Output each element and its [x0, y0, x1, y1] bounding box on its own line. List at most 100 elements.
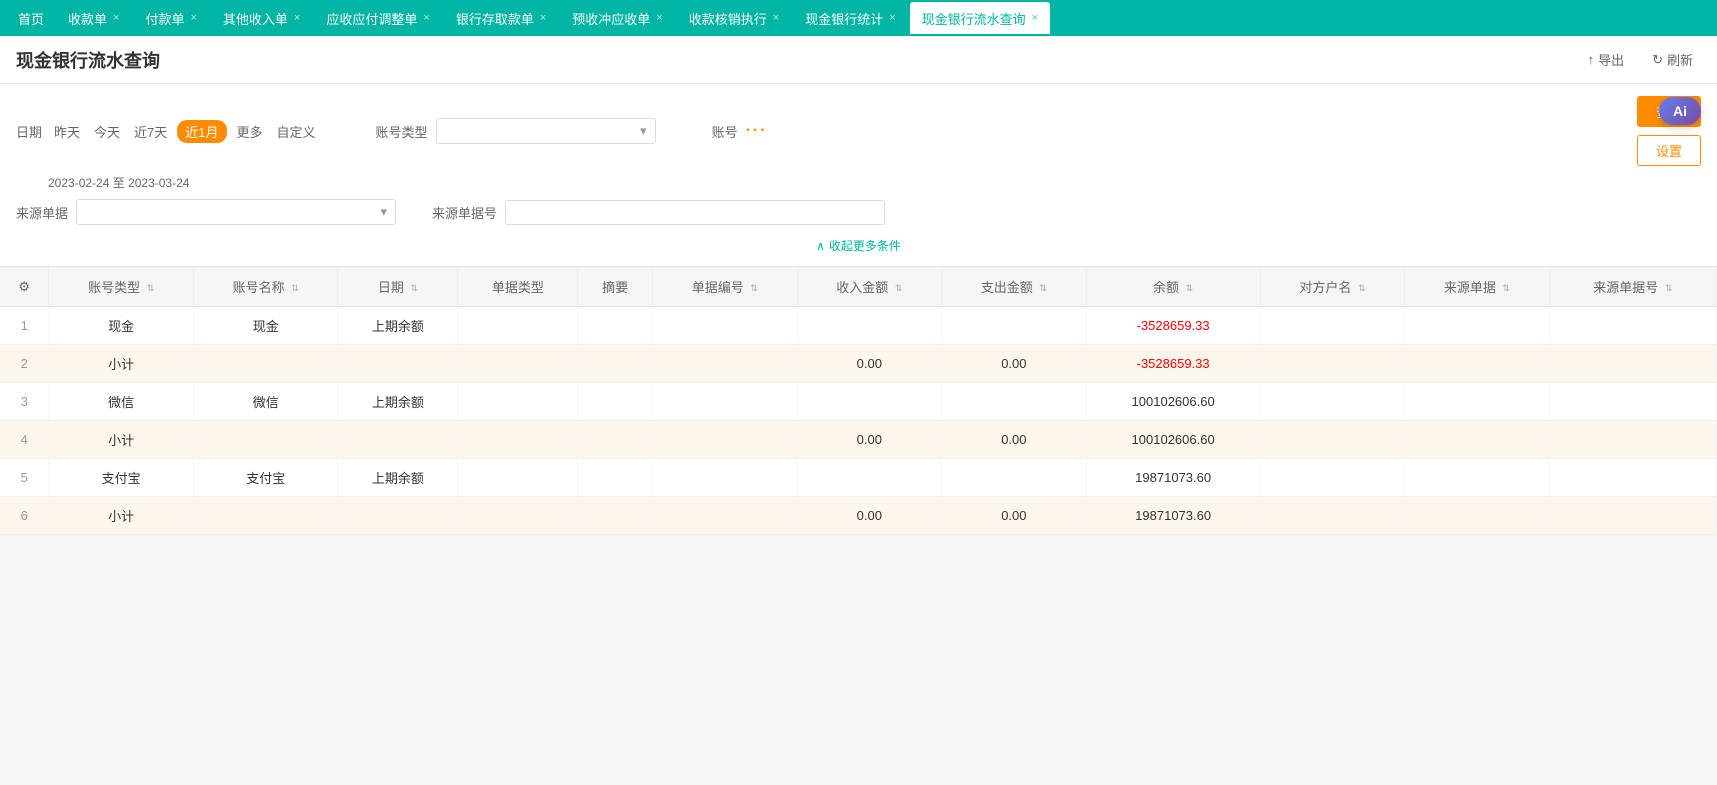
close-icon[interactable]: ×: [656, 12, 662, 24]
cell-counterparty: [1260, 307, 1405, 345]
refresh-button[interactable]: ↻ 刷新: [1644, 46, 1701, 73]
cell-expense: [942, 307, 1087, 345]
close-icon[interactable]: ×: [113, 12, 119, 24]
cell-source-doc: [1405, 345, 1550, 383]
cell-source-doc-no: [1549, 383, 1716, 421]
cell-income: [797, 383, 942, 421]
cell-source-doc-no: [1549, 307, 1716, 345]
th-doc-no: 单据编号 ⇅: [653, 267, 798, 307]
sort-icon[interactable]: ⇅: [1665, 283, 1673, 294]
cell-income: 0.00: [797, 345, 942, 383]
cell-summary: [578, 307, 653, 345]
table-row: 2小计0.000.00-3528659.33: [0, 345, 1717, 383]
cell-income: 0.00: [797, 497, 942, 535]
cell-account-name: 微信: [193, 383, 338, 421]
date-opt-today[interactable]: 今天: [90, 120, 124, 143]
data-table: ⚙ 账号类型 ⇅ 账号名称 ⇅ 日期 ⇅ 单据类型 摘要: [0, 267, 1717, 535]
date-label: 日期: [16, 122, 42, 141]
cell-source-doc: [1405, 421, 1550, 459]
cell-doc-no: [653, 345, 798, 383]
sort-icon[interactable]: ⇅: [291, 283, 299, 294]
date-opt-1month[interactable]: 近1月: [177, 120, 226, 143]
sort-icon[interactable]: ⇅: [147, 283, 155, 294]
date-opt-7days[interactable]: 近7天: [130, 120, 171, 143]
close-icon[interactable]: ×: [540, 12, 546, 24]
cell-summary: [578, 421, 653, 459]
cell-counterparty: [1260, 421, 1405, 459]
cell-doc-type: [458, 307, 578, 345]
nav-tab-cash-stats[interactable]: 现金银行统计 ×: [793, 2, 907, 34]
date-opt-yesterday[interactable]: 昨天: [50, 120, 84, 143]
cell-doc-no: [653, 421, 798, 459]
cell-account-type: 现金: [49, 307, 194, 345]
cell-balance: -3528659.33: [1086, 345, 1260, 383]
th-settings[interactable]: ⚙: [0, 267, 49, 307]
sort-icon[interactable]: ⇅: [1039, 283, 1047, 294]
sort-icon[interactable]: ⇅: [1358, 283, 1366, 294]
close-icon[interactable]: ×: [423, 12, 429, 24]
date-range-text: 2023-02-24 至 2023-03-24: [48, 176, 189, 190]
cell-account-type: 小计: [49, 421, 194, 459]
cell-summary: [578, 345, 653, 383]
cell-expense: 0.00: [942, 421, 1087, 459]
export-button[interactable]: ↑ 导出: [1580, 46, 1633, 73]
account-type-select[interactable]: ▾: [436, 118, 656, 144]
sort-icon[interactable]: ⇅: [1186, 283, 1194, 294]
close-icon[interactable]: ×: [889, 12, 895, 24]
th-account-type: 账号类型 ⇅: [49, 267, 194, 307]
cell-counterparty: [1260, 497, 1405, 535]
nav-tab-payments[interactable]: 付款单 ×: [133, 2, 208, 34]
cell-account-name: [193, 497, 338, 535]
chevron-down-icon: ▾: [640, 123, 647, 139]
cell-date: [338, 421, 458, 459]
setting-button[interactable]: 设置: [1637, 135, 1701, 166]
page-title: 现金银行流水查询: [16, 47, 160, 73]
date-opt-more[interactable]: 更多: [233, 120, 267, 143]
sort-icon[interactable]: ⇅: [750, 283, 758, 294]
nav-tab-other-income[interactable]: 其他收入单 ×: [211, 2, 312, 34]
account-label: 账号: [712, 122, 738, 141]
th-doc-type: 单据类型: [458, 267, 578, 307]
cell-doc-no: [653, 383, 798, 421]
refresh-icon: ↻: [1652, 52, 1663, 68]
nav-tab-receipt-verify[interactable]: 收款核销执行 ×: [677, 2, 791, 34]
date-opt-custom[interactable]: 自定义: [273, 120, 320, 143]
ai-badge[interactable]: Ai: [1659, 97, 1701, 125]
close-icon[interactable]: ×: [773, 12, 779, 24]
th-source-doc-no: 来源单据号 ⇅: [1549, 267, 1716, 307]
nav-tab-bank-deposit[interactable]: 银行存取款单 ×: [444, 2, 558, 34]
th-counterparty: 对方户名 ⇅: [1260, 267, 1405, 307]
nav-tab-prepay-offset[interactable]: 预收冲应收单 ×: [560, 2, 674, 34]
nav-tab-receipts[interactable]: 收款单 ×: [56, 2, 131, 34]
sort-icon[interactable]: ⇅: [410, 283, 418, 294]
cell-account-type: 支付宝: [49, 459, 194, 497]
cell-source-doc: [1405, 497, 1550, 535]
nav-tab-ar-ap-adjust[interactable]: 应收应付调整单 ×: [314, 2, 441, 34]
page-header: 现金银行流水查询 ↑ 导出 ↻ 刷新: [0, 36, 1717, 84]
cell-doc-no: [653, 459, 798, 497]
more-dots[interactable]: ···: [746, 122, 768, 140]
close-icon[interactable]: ×: [1032, 12, 1038, 24]
nav-home[interactable]: 首页: [8, 5, 54, 32]
cell-source-doc-no: [1549, 497, 1716, 535]
account-type-label: 账号类型: [376, 122, 428, 141]
sort-icon[interactable]: ⇅: [895, 283, 903, 294]
collapse-bar[interactable]: ∧ 收起更多条件: [16, 233, 1701, 258]
cell-counterparty: [1260, 345, 1405, 383]
source-doc-no-input[interactable]: [505, 200, 885, 225]
sort-icon[interactable]: ⇅: [1502, 283, 1510, 294]
row-number: 3: [0, 383, 49, 421]
cell-doc-type: [458, 345, 578, 383]
cell-expense: 0.00: [942, 345, 1087, 383]
nav-tab-cash-flow[interactable]: 现金银行流水查询 ×: [910, 2, 1050, 34]
row-number: 1: [0, 307, 49, 345]
export-icon: ↑: [1588, 52, 1595, 67]
source-doc-filter-group: 来源单据 ▾: [16, 199, 396, 225]
close-icon[interactable]: ×: [294, 12, 300, 24]
cell-income: [797, 307, 942, 345]
cell-summary: [578, 383, 653, 421]
source-doc-select[interactable]: ▾: [76, 199, 396, 225]
close-icon[interactable]: ×: [190, 12, 196, 24]
cell-doc-no: [653, 497, 798, 535]
cell-summary: [578, 497, 653, 535]
